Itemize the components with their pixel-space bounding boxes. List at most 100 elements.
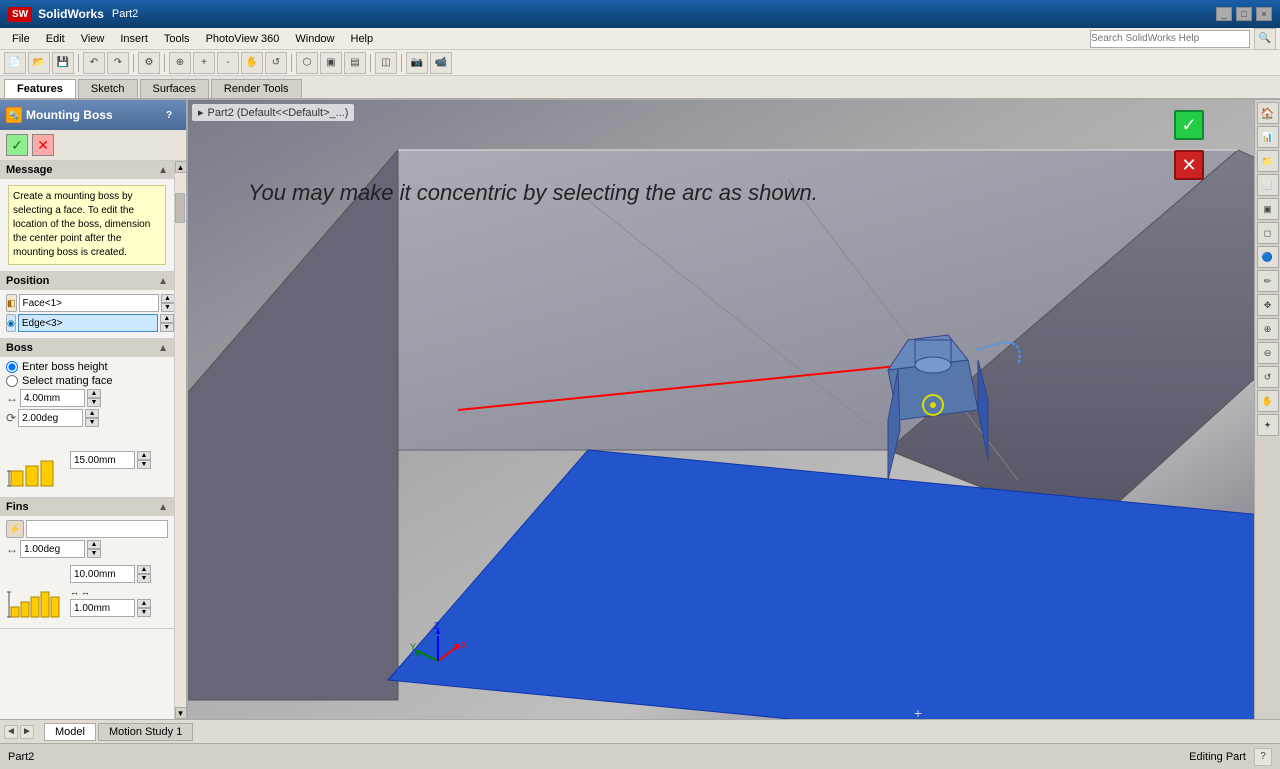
- zoom-out[interactable]: -: [217, 52, 239, 74]
- boss-dim1-spin-up[interactable]: ▲: [87, 389, 101, 398]
- menu-help[interactable]: Help: [343, 31, 382, 47]
- menu-view[interactable]: View: [73, 31, 113, 47]
- undo-button[interactable]: ↶: [83, 52, 105, 74]
- bottom-tab-model[interactable]: Model: [44, 723, 96, 741]
- right-icon-rotate[interactable]: ↺: [1257, 366, 1279, 388]
- right-icon-home[interactable]: 🏠: [1257, 102, 1279, 124]
- open-button[interactable]: 📂: [28, 52, 50, 74]
- view-top[interactable]: ▤: [344, 52, 366, 74]
- menubar: File Edit View Insert Tools PhotoView 36…: [0, 28, 1280, 50]
- fins-section: Fins ▲ ⚡ ↔ ▲: [0, 498, 174, 629]
- message-collapse-icon: ▲: [158, 165, 168, 176]
- new-button[interactable]: 📄: [4, 52, 26, 74]
- position-section-header[interactable]: Position ▲: [0, 272, 174, 290]
- boss-dim1-input[interactable]: [20, 389, 85, 407]
- boss-radio2[interactable]: [6, 375, 18, 387]
- tab-render-tools[interactable]: Render Tools: [211, 79, 302, 98]
- right-icon-box2[interactable]: ▣: [1257, 198, 1279, 220]
- viewport: + ▸ Part2 (Default<<Default>_...) You ma…: [188, 100, 1254, 719]
- fins-dim3-spin-up[interactable]: ▲: [137, 599, 151, 608]
- right-icon-move[interactable]: ✥: [1257, 294, 1279, 316]
- right-icon-zoom2[interactable]: ⊖: [1257, 342, 1279, 364]
- save-button[interactable]: 💾: [52, 52, 74, 74]
- boss-dim2-input[interactable]: [18, 409, 83, 427]
- fins-dim1-input[interactable]: [20, 540, 85, 558]
- boss-dim2-spin-down[interactable]: ▼: [85, 418, 99, 427]
- panel-scroll-down[interactable]: ▼: [175, 707, 187, 719]
- boss-dim3-input[interactable]: [70, 451, 135, 469]
- boss-thumbnail: ▲ ▼: [6, 429, 168, 493]
- right-icon-folder[interactable]: 📁: [1257, 150, 1279, 172]
- fins-dim2-spin-down[interactable]: ▼: [137, 574, 151, 583]
- bottom-tab-motion[interactable]: Motion Study 1: [98, 723, 193, 741]
- rotate-button[interactable]: ↺: [265, 52, 287, 74]
- right-icon-pan[interactable]: ✋: [1257, 390, 1279, 412]
- boss-collapse-icon: ▲: [158, 343, 168, 354]
- maximize-button[interactable]: □: [1236, 7, 1252, 21]
- face-scroll-down[interactable]: ▼: [161, 303, 174, 312]
- menu-edit[interactable]: Edit: [38, 31, 73, 47]
- tab-surfaces[interactable]: Surfaces: [140, 79, 209, 98]
- fins-dim2-input[interactable]: [70, 565, 135, 583]
- face-scroll-up[interactable]: ▲: [161, 294, 174, 303]
- cancel-button[interactable]: ✕: [32, 134, 54, 156]
- right-icon-pencil[interactable]: ✏: [1257, 270, 1279, 292]
- fins-dim2-spin-up[interactable]: ▲: [137, 565, 151, 574]
- rebuild-button[interactable]: ⚙: [138, 52, 160, 74]
- fins-collapse-icon: ▲: [158, 502, 168, 513]
- boss-dim3-spin-up[interactable]: ▲: [137, 451, 151, 460]
- panel-scroll-up[interactable]: ▲: [175, 161, 187, 173]
- view-front[interactable]: ▣: [320, 52, 342, 74]
- right-icon-circle[interactable]: 🔵: [1257, 246, 1279, 268]
- fin-input[interactable]: [26, 520, 168, 538]
- edge-input[interactable]: [18, 314, 158, 332]
- boss-dim2-spin-up[interactable]: ▲: [85, 409, 99, 418]
- fins-dim1-spin-up[interactable]: ▲: [87, 540, 101, 549]
- edge-scroll-up[interactable]: ▲: [160, 314, 174, 323]
- fin-field-row: ⚡: [6, 520, 168, 538]
- accept-button[interactable]: ✓: [6, 134, 28, 156]
- search-input[interactable]: [1090, 30, 1250, 48]
- tab-features[interactable]: Features: [4, 79, 76, 98]
- view-orient[interactable]: ⬡: [296, 52, 318, 74]
- menu-photoview[interactable]: PhotoView 360: [198, 31, 288, 47]
- right-icon-zoom[interactable]: ⊕: [1257, 318, 1279, 340]
- menu-window[interactable]: Window: [287, 31, 342, 47]
- viewport-accept-button[interactable]: ✓: [1174, 110, 1204, 140]
- face-input[interactable]: [19, 294, 159, 312]
- close-button[interactable]: ×: [1256, 7, 1272, 21]
- boss-dim3-spin-down[interactable]: ▼: [137, 460, 151, 469]
- bottom-nav-right[interactable]: ►: [20, 725, 34, 739]
- boss-radio1[interactable]: [6, 361, 18, 373]
- menu-file[interactable]: File: [4, 31, 38, 47]
- boss-dim1-spin-down[interactable]: ▼: [87, 398, 101, 407]
- fins-section-header[interactable]: Fins ▲: [0, 498, 174, 516]
- search-button[interactable]: 🔍: [1254, 28, 1276, 50]
- zoom-fit[interactable]: ⊕: [169, 52, 191, 74]
- boss-section-header[interactable]: Boss ▲: [0, 339, 174, 357]
- right-icon-star[interactable]: ✦: [1257, 414, 1279, 436]
- photo-render[interactable]: 📷: [406, 52, 428, 74]
- viewport-cancel-button[interactable]: ✕: [1174, 150, 1204, 180]
- edge-scroll-down[interactable]: ▼: [160, 323, 174, 332]
- right-icon-chart[interactable]: 📊: [1257, 126, 1279, 148]
- minimize-button[interactable]: _: [1216, 7, 1232, 21]
- menu-tools[interactable]: Tools: [156, 31, 198, 47]
- panel-scrollbar-thumb[interactable]: [175, 193, 185, 223]
- tab-sketch[interactable]: Sketch: [78, 79, 138, 98]
- bottom-nav-left[interactable]: ◄: [4, 725, 18, 739]
- fins-dim3-spin-down[interactable]: ▼: [137, 608, 151, 617]
- menu-insert[interactable]: Insert: [112, 31, 156, 47]
- fins-dim3-input[interactable]: [70, 599, 135, 617]
- right-icon-box3[interactable]: ◻: [1257, 222, 1279, 244]
- fins-dim1-spin-down[interactable]: ▼: [87, 549, 101, 558]
- panel-help-button[interactable]: ?: [158, 104, 180, 126]
- zoom-in[interactable]: +: [193, 52, 215, 74]
- redo-button[interactable]: ↷: [107, 52, 129, 74]
- statusbar-help[interactable]: ?: [1254, 748, 1272, 766]
- pan-button[interactable]: ✋: [241, 52, 263, 74]
- right-icon-box1[interactable]: ⬜: [1257, 174, 1279, 196]
- message-section-header[interactable]: Message ▲: [0, 161, 174, 179]
- display-mode[interactable]: ◫: [375, 52, 397, 74]
- video-capture[interactable]: 📹: [430, 52, 452, 74]
